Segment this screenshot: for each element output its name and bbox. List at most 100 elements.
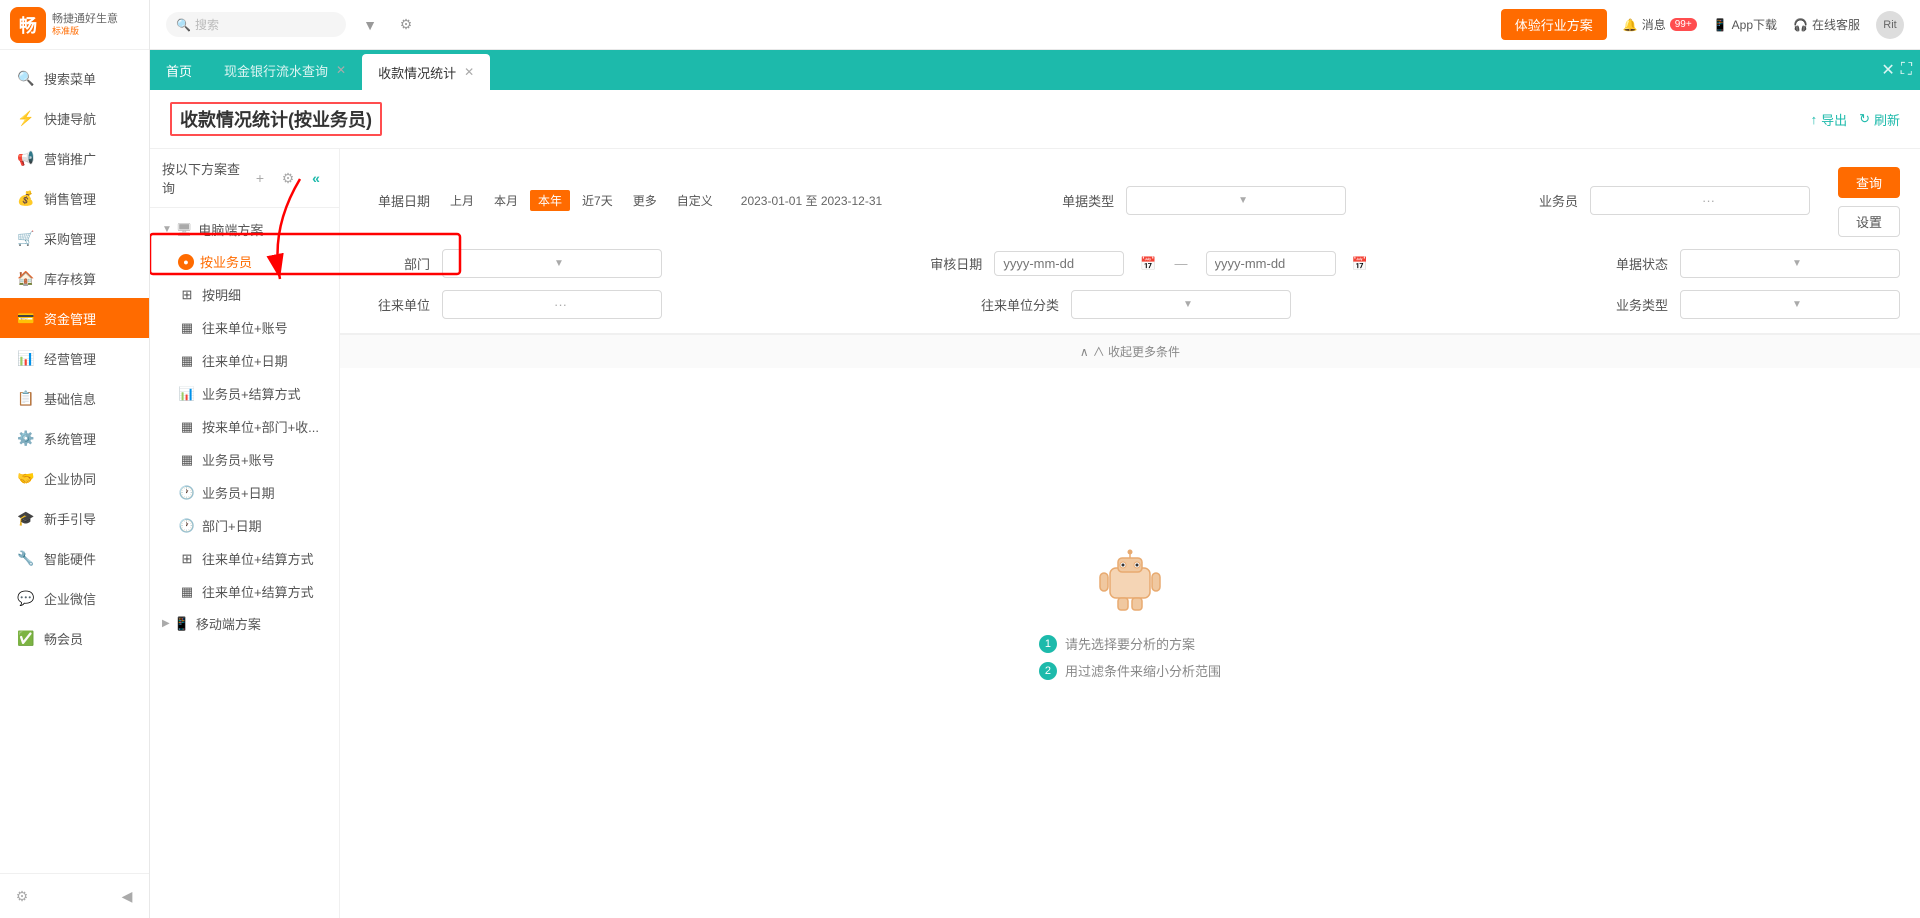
collapse-panel-icon[interactable]: « (305, 167, 327, 189)
topbar-dropdown-icon[interactable]: ▼ (356, 11, 384, 39)
tab-collection[interactable]: 收款情况统计 ✕ (362, 54, 490, 90)
mobile-group: ▶ 📱 移动端方案 (150, 608, 339, 639)
desktop-group-label: 电脑端方案 (198, 220, 263, 239)
salesperson-more-icon[interactable]: ··· (1702, 193, 1801, 208)
voucher-type-select[interactable]: ▼ (1126, 186, 1346, 215)
trial-button[interactable]: 体验行业方案 (1501, 9, 1607, 40)
tree-item-salesperson-account[interactable]: ▦ 业务员+账号 (150, 443, 339, 476)
voucher-type-label: 单据类型 (1044, 191, 1114, 210)
tree-item-partner-date[interactable]: ▦ 往来单位+日期 (150, 344, 339, 377)
tree-item-partner-settlement2[interactable]: ▦ 往来单位+结算方式 (150, 575, 339, 608)
calendar-from-icon[interactable]: 📅 (1140, 256, 1156, 272)
filter-row-3: 往来单位 ··· 往来单位分类 ▼ 业务类型 (360, 290, 1900, 319)
mobile-group-header[interactable]: ▶ 📱 移动端方案 (150, 608, 339, 639)
business-type-select[interactable]: ▼ (1680, 290, 1900, 319)
tree-item-partner-settlement1[interactable]: ⊞ 往来单位+结算方式 (150, 542, 339, 575)
topbar-settings-icon[interactable]: ⚙ (392, 11, 420, 39)
filter-row-2: 部门 ▼ 审核日期 📅 — 📅 单据状态 (360, 249, 1900, 278)
sidebar-item-guide[interactable]: 🎓 新手引导 (0, 498, 149, 538)
topbar: 🔍 搜索 ▼ ⚙ 体验行业方案 🔔 消息 99+ 📱 App下载 🎧 (150, 0, 1920, 50)
sidebar-item-hardware[interactable]: 🔧 智能硬件 (0, 538, 149, 578)
tab-close-all-icon[interactable]: ✕ (1881, 60, 1894, 80)
review-date-from[interactable] (994, 251, 1124, 276)
tree-item-by-detail[interactable]: ⊞ 按明细 (150, 278, 339, 311)
tab-expand-icon[interactable]: ⛶ (1901, 61, 1912, 79)
sidebar-item-quicknav[interactable]: ⚡ 快捷导航 (0, 98, 149, 138)
add-scheme-icon[interactable]: + (249, 167, 271, 189)
sidebar-collapse-icon[interactable]: ◀ (115, 884, 139, 908)
settings-scheme-icon[interactable]: ⚙ (277, 167, 299, 189)
tree-item-by-salesperson[interactable]: ● 按业务员 (150, 245, 339, 278)
partner-more-icon[interactable]: ··· (554, 297, 653, 312)
review-date-to[interactable] (1206, 251, 1336, 276)
table2-icon: ▦ (178, 352, 196, 370)
export-button[interactable]: ↑ 导出 (1811, 110, 1848, 129)
user-avatar[interactable]: Rit (1876, 11, 1904, 39)
partner-category-arrow: ▼ (1183, 299, 1282, 310)
tree-item-partner-dept[interactable]: ▦ 按来单位+部门+收... (150, 410, 339, 443)
tree-item-partner-account[interactable]: ▦ 往来单位+账号 (150, 311, 339, 344)
online-service-button[interactable]: 🎧 在线客服 (1793, 16, 1860, 33)
refresh-icon: ↻ (1859, 111, 1870, 127)
tree-section: ▼ 🖥 电脑端方案 ● 按业务员 ⊞ 按明细 (150, 208, 339, 645)
dept-arrow: ▼ (554, 258, 653, 269)
sidebar-settings-icon[interactable]: ⚙ (10, 884, 34, 908)
message-button[interactable]: 🔔 消息 99+ (1623, 16, 1697, 33)
sidebar-item-wechat[interactable]: 💬 企业微信 (0, 578, 149, 618)
group-expand-arrow: ▼ (162, 224, 172, 235)
tab-home[interactable]: 首页 (150, 50, 208, 90)
sidebar-item-inventory[interactable]: 🏠 库存核算 (0, 258, 149, 298)
date-tab-last-month[interactable]: 上月 (442, 190, 482, 211)
collapse-bar[interactable]: ∧ ∧ 收起更多条件 (340, 334, 1920, 368)
megaphone-icon: 📢 (16, 148, 36, 168)
tree-item-salesperson-date[interactable]: 🕐 业务员+日期 (150, 476, 339, 509)
partner-label: 往来单位 (360, 295, 430, 314)
query-button[interactable]: 查询 (1838, 167, 1900, 198)
partner-select[interactable]: ··· (442, 290, 662, 319)
tab-bank[interactable]: 现金银行流水查询 ✕ (208, 50, 362, 90)
date-tab-custom[interactable]: 自定义 (669, 190, 721, 211)
refresh-button[interactable]: ↻ 刷新 (1859, 110, 1900, 129)
table4-icon: ▦ (178, 451, 196, 469)
date-tab-this-year[interactable]: 本年 (530, 190, 570, 211)
handshake-icon: 🤝 (16, 468, 36, 488)
headset-icon: 🎧 (1793, 18, 1808, 32)
date-tab-7days[interactable]: 近7天 (574, 190, 621, 211)
sidebar-item-marketing[interactable]: 📢 营销推广 (0, 138, 149, 178)
calendar-to-icon[interactable]: 📅 (1352, 256, 1368, 272)
sidebar-item-search[interactable]: 🔍 搜索菜单 (0, 58, 149, 98)
desktop-group-header[interactable]: ▼ 🖥 电脑端方案 (150, 214, 339, 245)
sidebar-item-operation[interactable]: 📊 经营管理 (0, 338, 149, 378)
sidebar-item-system[interactable]: ⚙️ 系统管理 (0, 418, 149, 458)
filter-settings-button[interactable]: 设置 (1838, 206, 1900, 237)
voucher-status-select[interactable]: ▼ (1680, 249, 1900, 278)
tip-number-2: 2 (1039, 662, 1057, 680)
tree-item-salesperson-settlement[interactable]: 📊 业务员+结算方式 (150, 377, 339, 410)
sidebar-item-basic[interactable]: 📋 基础信息 (0, 378, 149, 418)
left-panel: 按以下方案查询 + ⚙ « ▼ 🖥 电脑端方案 (150, 149, 340, 918)
filter-section: 单据日期 上月 本月 本年 近7天 更多 自定义 2023-01-01 至 20… (340, 149, 1920, 334)
tab-bank-close[interactable]: ✕ (336, 63, 346, 77)
app-download-button[interactable]: 📱 App下载 (1713, 16, 1777, 33)
tree-item-dept-date[interactable]: 🕐 部门+日期 (150, 509, 339, 542)
partner-category-value (1080, 295, 1179, 314)
sidebar-item-enterprise[interactable]: 🤝 企业协同 (0, 458, 149, 498)
topbar-search-box[interactable]: 🔍 搜索 (166, 12, 346, 37)
topbar-nav-icons: ▼ ⚙ (356, 11, 420, 39)
bar-chart-icon: 📊 (178, 385, 196, 403)
logo-icon: 畅 (10, 7, 46, 43)
sidebar-item-sales[interactable]: 💰 销售管理 (0, 178, 149, 218)
dept-value (451, 254, 550, 273)
date-tab-more[interactable]: 更多 (625, 190, 665, 211)
date-tab-this-month[interactable]: 本月 (486, 190, 526, 211)
partner-category-select[interactable]: ▼ (1071, 290, 1291, 319)
sidebar-item-member[interactable]: ✅ 畅会员 (0, 618, 149, 658)
sidebar-item-finance[interactable]: 💳 资金管理 (0, 298, 149, 338)
dept-select[interactable]: ▼ (442, 249, 662, 278)
empty-robot-icon (1090, 538, 1170, 618)
sidebar-item-purchase[interactable]: 🛒 采购管理 (0, 218, 149, 258)
left-panel-icons: + ⚙ « (249, 167, 327, 189)
hardware-icon: 🔧 (16, 548, 36, 568)
tab-collection-close[interactable]: ✕ (464, 65, 474, 79)
salesperson-select[interactable]: ··· (1590, 186, 1810, 215)
